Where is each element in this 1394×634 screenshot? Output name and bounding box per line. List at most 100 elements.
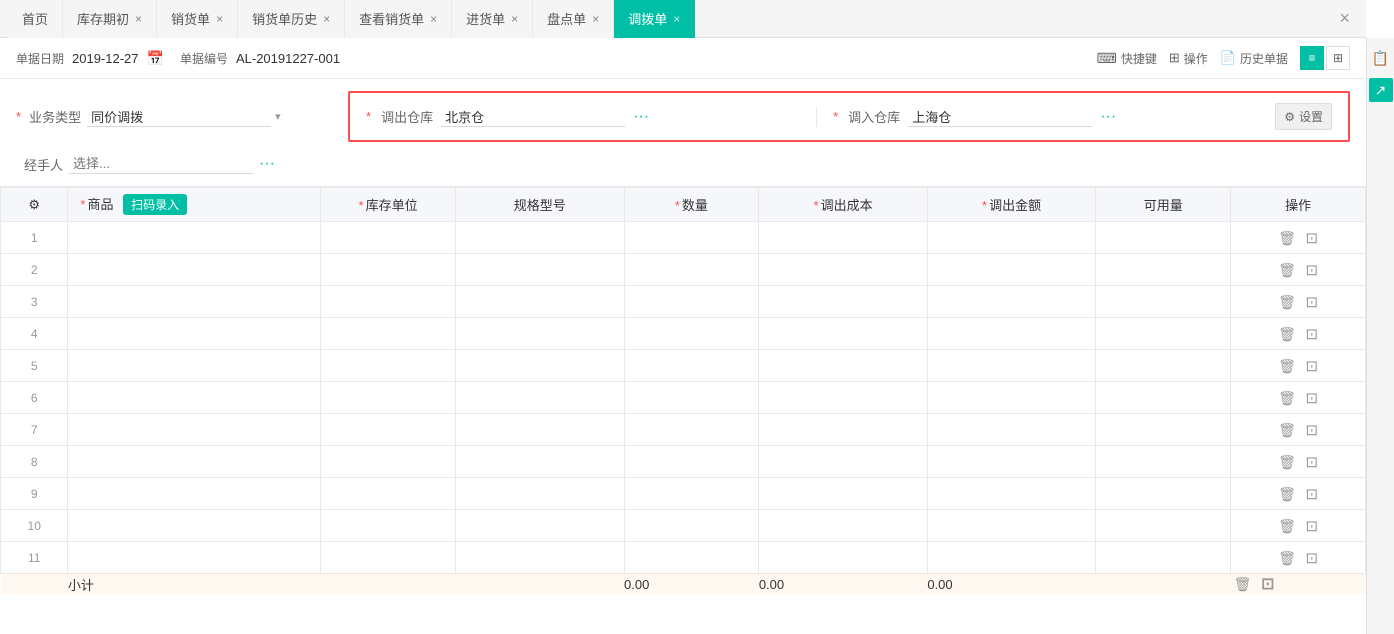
- row-cost[interactable]: [759, 542, 928, 574]
- row-unit[interactable]: [321, 414, 456, 446]
- row-amount[interactable]: [927, 382, 1096, 414]
- row-product[interactable]: [68, 446, 321, 478]
- subtotal-copy-icon[interactable]: ⊡: [1258, 574, 1277, 594]
- row-cost[interactable]: [759, 286, 928, 318]
- row-available[interactable]: [1096, 318, 1231, 350]
- in-warehouse-input[interactable]: [908, 107, 1092, 127]
- row-qty[interactable]: [624, 350, 759, 382]
- row-cost[interactable]: [759, 510, 928, 542]
- row-amount[interactable]: [927, 222, 1096, 254]
- scan-btn[interactable]: 扫码录入: [123, 194, 187, 215]
- row-copy-icon[interactable]: ⊡: [1302, 453, 1321, 471]
- row-qty[interactable]: [624, 254, 759, 286]
- row-spec[interactable]: [455, 542, 624, 574]
- row-unit[interactable]: [321, 222, 456, 254]
- row-available[interactable]: [1096, 542, 1231, 574]
- row-delete-icon[interactable]: 🗑: [1275, 230, 1299, 247]
- row-copy-icon[interactable]: ⊡: [1302, 517, 1321, 535]
- row-qty[interactable]: [624, 318, 759, 350]
- row-delete-icon[interactable]: 🗑: [1275, 550, 1299, 567]
- row-copy-icon[interactable]: ⊡: [1302, 229, 1321, 247]
- row-unit[interactable]: [321, 510, 456, 542]
- row-cost[interactable]: [759, 382, 928, 414]
- tab-stocktake[interactable]: 盘点单×: [533, 0, 614, 38]
- row-amount[interactable]: [927, 350, 1096, 382]
- row-amount[interactable]: [927, 446, 1096, 478]
- tab-view-sales[interactable]: 查看销货单×: [345, 0, 452, 38]
- handler-more-btn[interactable]: ···: [259, 156, 275, 172]
- row-available[interactable]: [1096, 286, 1231, 318]
- row-unit[interactable]: [321, 318, 456, 350]
- row-cost[interactable]: [759, 254, 928, 286]
- row-product[interactable]: [68, 478, 321, 510]
- row-copy-icon[interactable]: ⊡: [1302, 485, 1321, 503]
- row-cost[interactable]: [759, 318, 928, 350]
- row-unit[interactable]: [321, 254, 456, 286]
- row-product[interactable]: [68, 350, 321, 382]
- row-copy-icon[interactable]: ⊡: [1302, 293, 1321, 311]
- table-view-btn[interactable]: ⊞: [1326, 46, 1350, 70]
- row-qty[interactable]: [624, 478, 759, 510]
- row-delete-icon[interactable]: 🗑: [1275, 294, 1299, 311]
- calendar-icon[interactable]: 📅: [147, 50, 164, 67]
- row-qty[interactable]: [624, 542, 759, 574]
- tab-inventory-init[interactable]: 库存期初×: [63, 0, 157, 38]
- row-spec[interactable]: [455, 446, 624, 478]
- row-cost[interactable]: [759, 478, 928, 510]
- history-action[interactable]: 📄 历史单据: [1220, 50, 1288, 67]
- row-available[interactable]: [1096, 382, 1231, 414]
- row-available[interactable]: [1096, 222, 1231, 254]
- row-spec[interactable]: [455, 350, 624, 382]
- subtotal-delete-icon[interactable]: 🗑: [1231, 576, 1255, 593]
- row-copy-icon[interactable]: ⊡: [1302, 549, 1321, 567]
- col-settings-header[interactable]: ⚙: [1, 188, 68, 222]
- row-cost[interactable]: [759, 350, 928, 382]
- row-unit[interactable]: [321, 446, 456, 478]
- row-unit[interactable]: [321, 350, 456, 382]
- row-delete-icon[interactable]: 🗑: [1275, 454, 1299, 471]
- row-product[interactable]: [68, 286, 321, 318]
- list-view-btn[interactable]: ≡: [1300, 46, 1324, 70]
- row-cost[interactable]: [759, 446, 928, 478]
- sidebar-export-icon[interactable]: ↗: [1369, 78, 1393, 102]
- out-warehouse-input[interactable]: [441, 107, 625, 127]
- row-copy-icon[interactable]: ⊡: [1302, 357, 1321, 375]
- tab-home[interactable]: 首页: [8, 0, 63, 38]
- row-available[interactable]: [1096, 510, 1231, 542]
- row-amount[interactable]: [927, 318, 1096, 350]
- handler-input[interactable]: [69, 154, 253, 174]
- row-unit[interactable]: [321, 542, 456, 574]
- row-delete-icon[interactable]: 🗑: [1275, 486, 1299, 503]
- tab-close-purchase-order[interactable]: ×: [511, 12, 518, 26]
- row-amount[interactable]: [927, 510, 1096, 542]
- row-cost[interactable]: [759, 222, 928, 254]
- row-delete-icon[interactable]: 🗑: [1275, 326, 1299, 343]
- row-product[interactable]: [68, 542, 321, 574]
- row-spec[interactable]: [455, 286, 624, 318]
- row-available[interactable]: [1096, 478, 1231, 510]
- row-product[interactable]: [68, 414, 321, 446]
- operations-action[interactable]: ⊞ 操作: [1169, 50, 1208, 67]
- row-product[interactable]: [68, 222, 321, 254]
- row-available[interactable]: [1096, 350, 1231, 382]
- row-product[interactable]: [68, 382, 321, 414]
- row-amount[interactable]: [927, 414, 1096, 446]
- row-unit[interactable]: [321, 286, 456, 318]
- row-copy-icon[interactable]: ⊡: [1302, 421, 1321, 439]
- tab-close-transfer[interactable]: ×: [673, 12, 680, 26]
- row-amount[interactable]: [927, 286, 1096, 318]
- row-amount[interactable]: [927, 478, 1096, 510]
- tab-transfer[interactable]: 调拨单×: [614, 0, 695, 38]
- out-warehouse-more-btn[interactable]: ···: [633, 109, 649, 125]
- row-copy-icon[interactable]: ⊡: [1302, 325, 1321, 343]
- tab-close-sales-history[interactable]: ×: [323, 12, 330, 26]
- tab-close-all-icon[interactable]: ×: [1331, 8, 1358, 29]
- row-amount[interactable]: [927, 542, 1096, 574]
- settings-button[interactable]: ⚙ 设置: [1275, 103, 1332, 130]
- row-product[interactable]: [68, 318, 321, 350]
- row-qty[interactable]: [624, 222, 759, 254]
- row-unit[interactable]: [321, 382, 456, 414]
- row-spec[interactable]: [455, 382, 624, 414]
- tab-close-stocktake[interactable]: ×: [592, 12, 599, 26]
- tab-sales-history[interactable]: 销货单历史×: [238, 0, 345, 38]
